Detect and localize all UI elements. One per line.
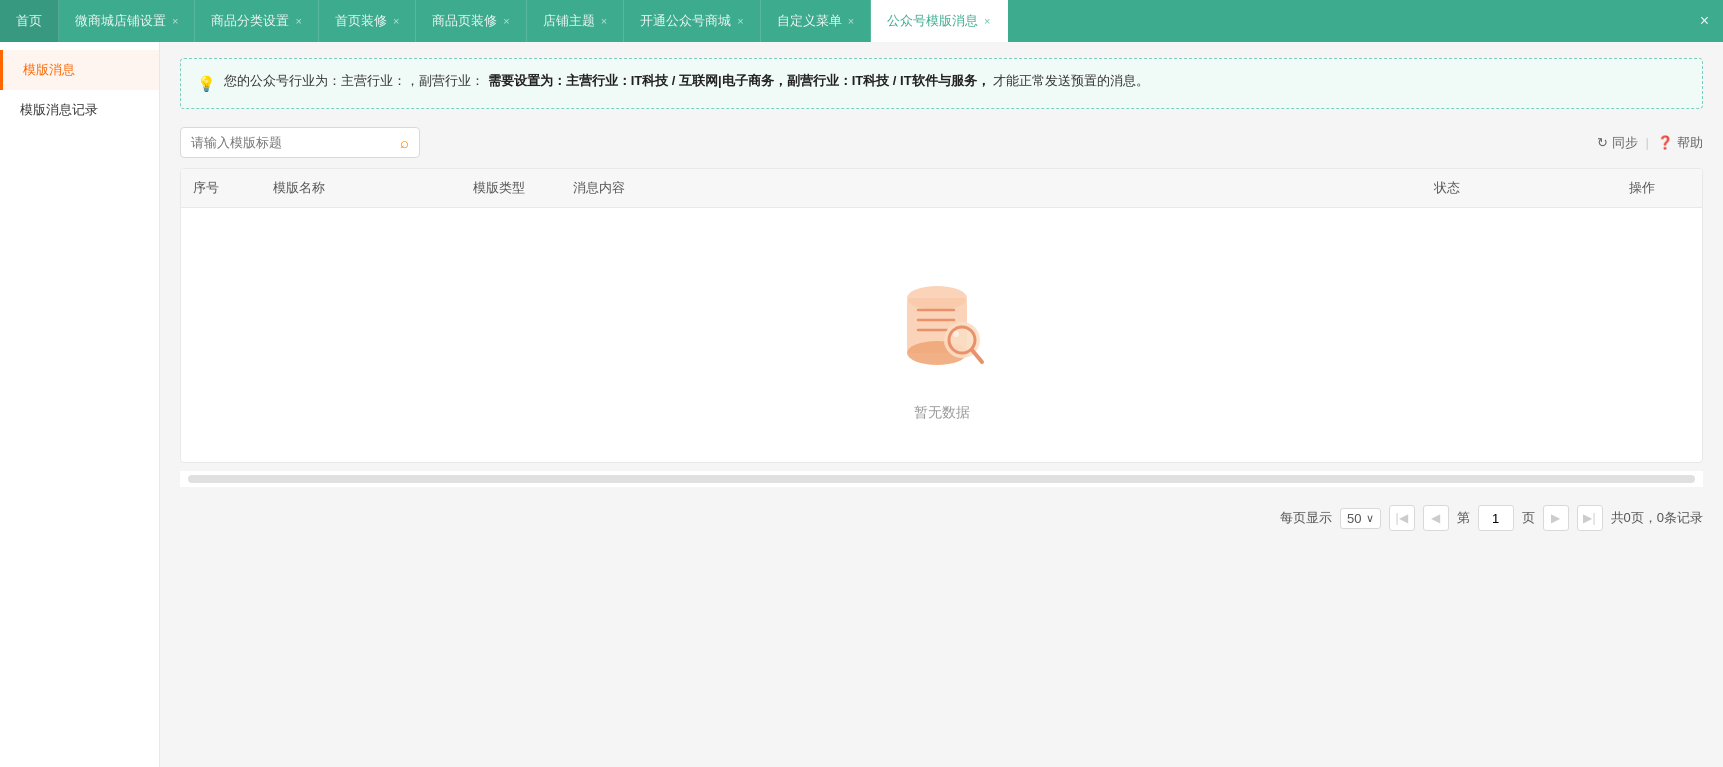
sidebar-item-template-msg[interactable]: 模版消息 bbox=[0, 50, 159, 90]
nav-tab-homepage-decoration[interactable]: 首页装修 × bbox=[319, 0, 416, 42]
page-size-value: 50 bbox=[1347, 511, 1361, 526]
sidebar-item-template-msg-records[interactable]: 模版消息记录 bbox=[0, 90, 159, 130]
nav-tab-open-wechat-mall[interactable]: 开通公众号商城 × bbox=[624, 0, 760, 42]
page-input[interactable] bbox=[1478, 505, 1514, 531]
sync-label: 同步 bbox=[1612, 134, 1638, 152]
svg-point-9 bbox=[953, 331, 959, 337]
chevron-down-icon: ∨ bbox=[1366, 512, 1374, 525]
nav-tab-template-message[interactable]: 公众号模版消息 × bbox=[871, 0, 1007, 42]
page-last-button[interactable]: ▶| bbox=[1577, 505, 1603, 531]
nav-tab-store-settings[interactable]: 微商城店铺设置 × bbox=[59, 0, 195, 42]
content-area: 💡 您的公众号行业为：主营行业：，副营行业： 需要设置为：主营行业：IT科技 /… bbox=[160, 42, 1723, 767]
nav-tab-template-message-label: 公众号模版消息 bbox=[887, 12, 978, 30]
page-prev-button[interactable]: ◀ bbox=[1423, 505, 1449, 531]
search-icon[interactable]: ⌕ bbox=[390, 128, 419, 157]
table-header: 序号 模版名称 模版类型 消息内容 状态 操作 bbox=[181, 169, 1702, 208]
toolbar-right: ↻ 同步 | ❓ 帮助 bbox=[1597, 134, 1703, 152]
total-info: 共0页，0条记录 bbox=[1611, 509, 1703, 527]
info-banner: 💡 您的公众号行业为：主营行业：，副营行业： 需要设置为：主营行业：IT科技 /… bbox=[180, 58, 1703, 109]
nav-tab-custom-menu-close[interactable]: × bbox=[848, 15, 854, 27]
th-name: 模版名称 bbox=[261, 169, 461, 207]
nav-tab-store-theme[interactable]: 店铺主题 × bbox=[527, 0, 624, 42]
empty-text: 暂无数据 bbox=[914, 404, 970, 422]
th-seq: 序号 bbox=[181, 169, 261, 207]
sidebar-item-template-msg-records-label: 模版消息记录 bbox=[20, 102, 98, 117]
info-banner-highlight: 需要设置为：主营行业：IT科技 / 互联网|电子商务，副营行业：IT科技 / I… bbox=[488, 73, 990, 88]
nav-tab-store-theme-close[interactable]: × bbox=[601, 15, 607, 27]
svg-line-8 bbox=[972, 350, 982, 362]
nav-tab-home-label: 首页 bbox=[16, 12, 42, 30]
nav-tab-store-settings-label: 微商城店铺设置 bbox=[75, 12, 166, 30]
page-size-label: 每页显示 bbox=[1280, 509, 1332, 527]
page-size-select[interactable]: 50 ∨ bbox=[1340, 508, 1380, 529]
th-type: 模版类型 bbox=[461, 169, 561, 207]
nav-tab-product-decoration[interactable]: 商品页装修 × bbox=[416, 0, 526, 42]
bulb-icon: 💡 bbox=[197, 72, 216, 96]
help-circle-icon: ❓ bbox=[1657, 135, 1673, 150]
empty-illustration bbox=[882, 268, 1002, 388]
sidebar-item-template-msg-label: 模版消息 bbox=[23, 62, 75, 77]
sync-button[interactable]: ↻ 同步 bbox=[1597, 134, 1638, 152]
empty-state: 暂无数据 bbox=[181, 208, 1702, 462]
page-first-button[interactable]: |◀ bbox=[1389, 505, 1415, 531]
nav-tab-open-wechat-mall-label: 开通公众号商城 bbox=[640, 12, 731, 30]
top-nav: 首页 微商城店铺设置 × 商品分类设置 × 首页装修 × 商品页装修 × 店铺主… bbox=[0, 0, 1723, 42]
nav-tab-category-settings[interactable]: 商品分类设置 × bbox=[195, 0, 318, 42]
search-box: ⌕ bbox=[180, 127, 420, 158]
data-table: 序号 模版名称 模版类型 消息内容 状态 操作 bbox=[180, 168, 1703, 463]
toolbar-row: ⌕ ↻ 同步 | ❓ 帮助 bbox=[180, 127, 1703, 158]
info-banner-prefix: 您的公众号行业为：主营行业：，副营行业： bbox=[224, 73, 484, 88]
nav-tab-store-settings-close[interactable]: × bbox=[172, 15, 178, 27]
th-status: 状态 bbox=[1422, 169, 1582, 207]
divider: | bbox=[1646, 135, 1649, 150]
refresh-icon: ↻ bbox=[1597, 135, 1608, 150]
sidebar: 模版消息 模版消息记录 bbox=[0, 42, 160, 767]
nav-tab-homepage-decoration-close[interactable]: × bbox=[393, 15, 399, 27]
search-input[interactable] bbox=[181, 129, 390, 156]
nav-tab-home[interactable]: 首页 bbox=[0, 0, 59, 42]
scrollbar-row bbox=[180, 471, 1703, 487]
main-layout: 模版消息 模版消息记录 💡 您的公众号行业为：主营行业：，副营行业： 需要设置为… bbox=[0, 42, 1723, 767]
info-banner-text: 您的公众号行业为：主营行业：，副营行业： 需要设置为：主营行业：IT科技 / 互… bbox=[224, 71, 1149, 92]
nav-tab-homepage-decoration-label: 首页装修 bbox=[335, 12, 387, 30]
nav-tab-custom-menu[interactable]: 自定义菜单 × bbox=[761, 0, 871, 42]
nav-tab-store-theme-label: 店铺主题 bbox=[543, 12, 595, 30]
pagination-row: 每页显示 50 ∨ |◀ ◀ 第 页 ▶ ▶| 共0页，0条记录 bbox=[180, 495, 1703, 541]
nav-tab-product-decoration-label: 商品页装修 bbox=[432, 12, 497, 30]
nav-close-all-button[interactable]: × bbox=[1686, 12, 1723, 30]
help-label: 帮助 bbox=[1677, 134, 1703, 152]
nav-tab-custom-menu-label: 自定义菜单 bbox=[777, 12, 842, 30]
th-action: 操作 bbox=[1582, 169, 1702, 207]
help-button[interactable]: ❓ 帮助 bbox=[1657, 134, 1703, 152]
nav-tab-product-decoration-close[interactable]: × bbox=[503, 15, 509, 27]
nav-tab-category-settings-close[interactable]: × bbox=[295, 15, 301, 27]
nav-tab-open-wechat-mall-close[interactable]: × bbox=[737, 15, 743, 27]
info-banner-suffix: 才能正常发送预置的消息。 bbox=[993, 73, 1149, 88]
page-prefix: 第 bbox=[1457, 509, 1470, 527]
nav-tab-category-settings-label: 商品分类设置 bbox=[211, 12, 289, 30]
page-unit: 页 bbox=[1522, 509, 1535, 527]
scrollbar-track[interactable] bbox=[188, 475, 1695, 483]
th-content: 消息内容 bbox=[561, 169, 1422, 207]
nav-tab-template-message-close[interactable]: × bbox=[984, 15, 990, 27]
page-next-button[interactable]: ▶ bbox=[1543, 505, 1569, 531]
